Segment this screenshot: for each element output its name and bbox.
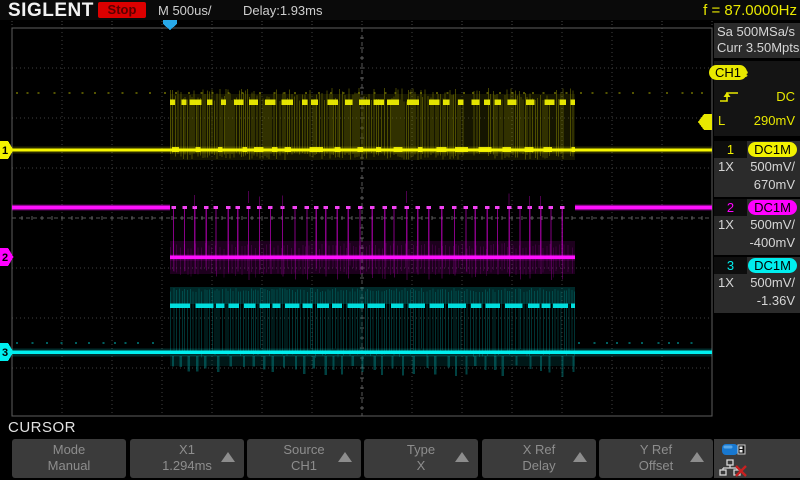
sample-rate: Sa 500MSa/s bbox=[717, 24, 796, 39]
channel-offset: -400mV bbox=[749, 235, 795, 250]
softkey-y-ref[interactable]: Y Ref Offset bbox=[599, 439, 713, 478]
channel-coupling-badge: DC1M bbox=[748, 258, 797, 273]
acquisition-status-badge[interactable]: Stop bbox=[98, 2, 146, 18]
channel-scale: 500mV/ bbox=[750, 159, 795, 174]
expand-arrow-icon bbox=[690, 452, 704, 462]
menu-title: CURSOR bbox=[8, 419, 77, 436]
softkey-type[interactable]: Type X bbox=[364, 439, 478, 478]
trigger-info-box[interactable]: Edge CH1 DC L 290mV bbox=[709, 61, 800, 136]
softkey-x1[interactable]: X1 1.294ms bbox=[130, 439, 244, 478]
softkey-value: Manual bbox=[47, 458, 91, 473]
channel-info-box-ch3[interactable]: 3 DC1M 1X 500mV/ -1.36V bbox=[714, 257, 800, 313]
trigger-source-badge: CH1 bbox=[709, 65, 748, 80]
channel-offset: 670mV bbox=[753, 177, 795, 192]
expand-arrow-icon bbox=[338, 452, 352, 462]
timebase-readout: M 500us/ bbox=[158, 3, 212, 18]
siglent-logo: SIGLENT bbox=[8, 0, 94, 21]
frequency-counter: f = 87.0000Hz bbox=[703, 2, 797, 19]
trigger-delay-readout: Delay:1.93ms bbox=[243, 3, 323, 18]
channel-scale: 500mV/ bbox=[750, 217, 795, 232]
channel-info-box-ch2[interactable]: 2 DC1M 1X 500mV/ -400mV bbox=[714, 199, 800, 255]
expand-arrow-icon bbox=[573, 452, 587, 462]
expand-arrow-icon bbox=[221, 452, 235, 462]
waveform-display: 1 2 3 bbox=[0, 20, 713, 417]
usb-icon bbox=[722, 444, 746, 455]
probe-attenuation: 1X bbox=[718, 275, 734, 290]
softkey-mode[interactable]: Mode Manual bbox=[12, 439, 126, 478]
trigger-coupling: DC bbox=[776, 89, 795, 104]
channel-number-tab: 3 bbox=[714, 257, 747, 274]
acquisition-info-box: Sa 500MSa/s Curr 3.50Mpts bbox=[714, 23, 800, 58]
trigger-level-value: 290mV bbox=[753, 113, 795, 128]
softkey-label: Mode bbox=[52, 442, 86, 457]
svg-text:1: 1 bbox=[2, 145, 8, 157]
softkey-x-ref[interactable]: X Ref Delay bbox=[482, 439, 596, 478]
channel-info-box-ch1[interactable]: 1 DC1M 1X 500mV/ 670mV bbox=[714, 141, 800, 197]
channel-offset: -1.36V bbox=[756, 293, 795, 308]
expand-arrow-icon bbox=[455, 452, 469, 462]
svg-text:3: 3 bbox=[2, 347, 8, 359]
channel-number-tab: 1 bbox=[714, 141, 747, 158]
trigger-edge-icon bbox=[718, 88, 740, 105]
channel-scale: 500mV/ bbox=[750, 275, 795, 290]
svg-text:2: 2 bbox=[2, 252, 8, 264]
channel-coupling-badge: DC1M bbox=[748, 200, 797, 215]
lan-disconnected-icon bbox=[719, 459, 747, 477]
probe-attenuation: 1X bbox=[718, 217, 734, 232]
probe-attenuation: 1X bbox=[718, 159, 734, 174]
status-icon-panel bbox=[714, 439, 800, 478]
softkey-source[interactable]: Source CH1 bbox=[247, 439, 361, 478]
channel-coupling-badge: DC1M bbox=[748, 142, 797, 157]
trigger-level-label: L bbox=[718, 113, 726, 128]
channel-number-tab: 2 bbox=[714, 199, 747, 216]
memory-depth: Curr 3.50Mpts bbox=[717, 40, 800, 55]
